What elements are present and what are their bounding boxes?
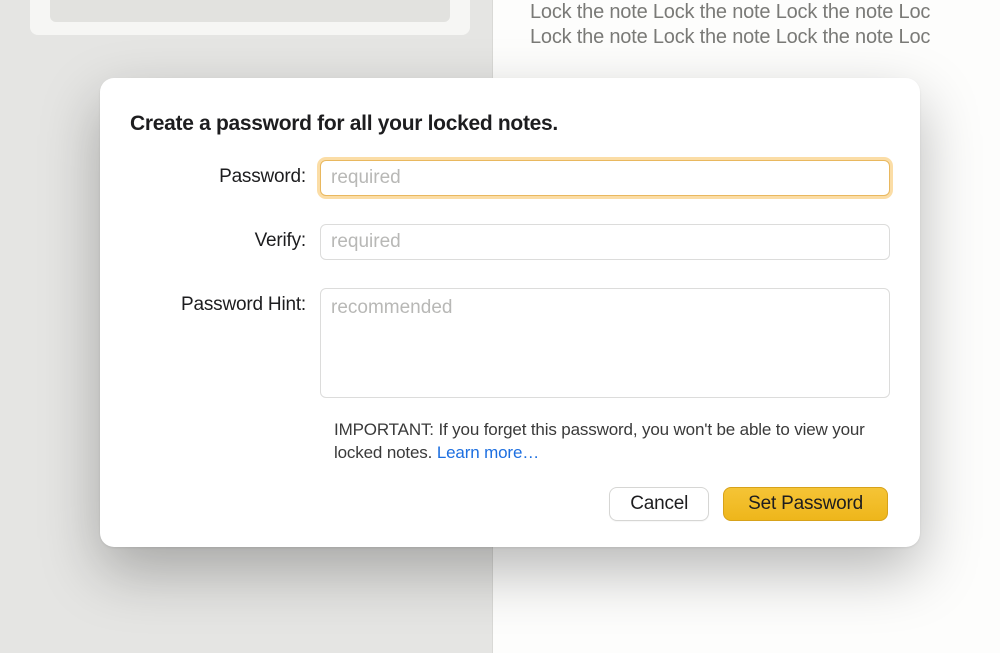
learn-more-link[interactable]: Learn more… <box>437 443 539 462</box>
dialog-button-row: Cancel Set Password <box>130 487 890 521</box>
hint-input[interactable] <box>320 288 890 398</box>
hint-label: Password Hint: <box>130 288 320 316</box>
important-prefix: IMPORTANT: <box>334 420 438 439</box>
password-label: Password: <box>130 160 320 188</box>
important-warning: IMPORTANT: If you forget this password, … <box>334 419 890 465</box>
verify-row: Verify: <box>130 224 890 260</box>
dialog-title: Create a password for all your locked no… <box>130 112 890 136</box>
cancel-button[interactable]: Cancel <box>609 487 709 521</box>
note-body-text: Lock the note Lock the note Lock the not… <box>530 0 1000 50</box>
password-input[interactable] <box>320 160 890 196</box>
verify-input[interactable] <box>320 224 890 260</box>
create-password-dialog: Create a password for all your locked no… <box>100 78 920 547</box>
password-row: Password: <box>130 160 890 196</box>
set-password-button[interactable]: Set Password <box>723 487 888 521</box>
sidebar-note-row <box>50 0 450 22</box>
hint-row: Password Hint: <box>130 288 890 403</box>
verify-label: Verify: <box>130 224 320 252</box>
